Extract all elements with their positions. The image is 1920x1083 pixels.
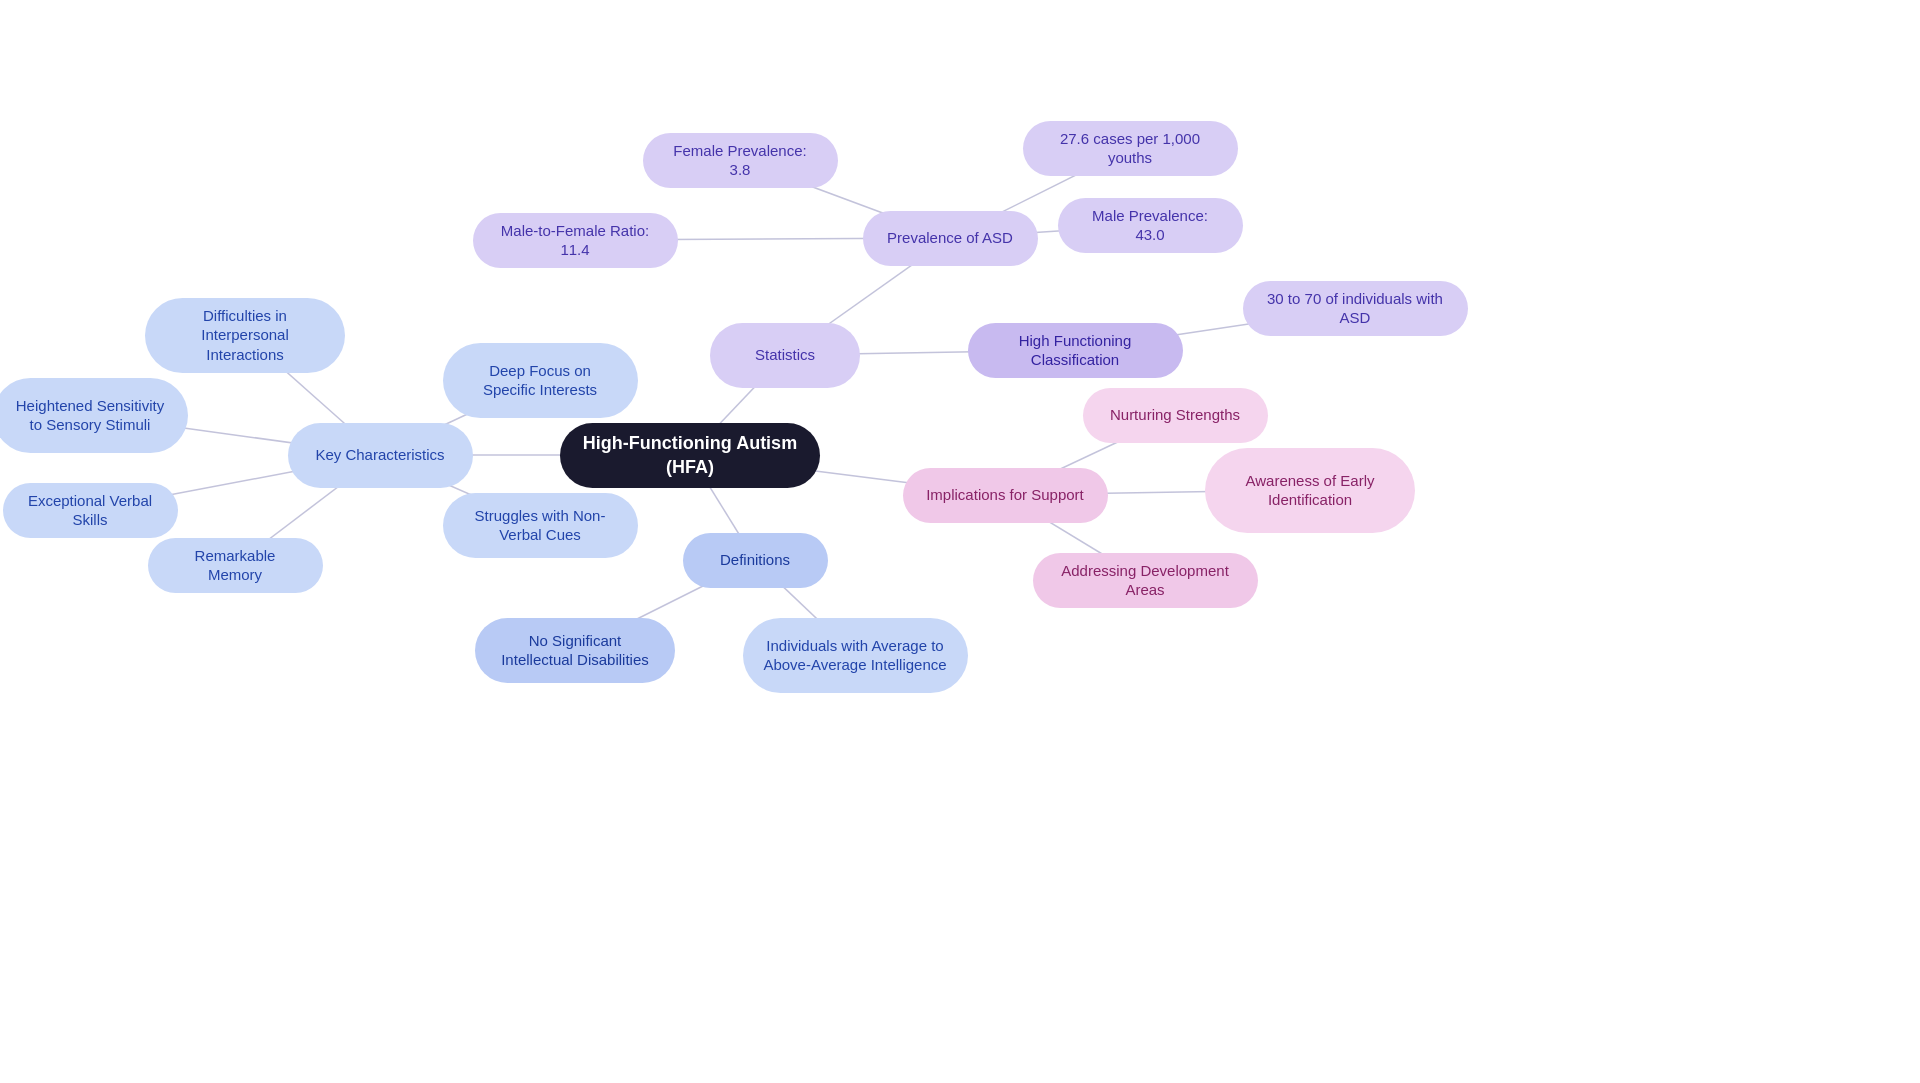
node-female-prevalence[interactable]: Female Prevalence: 3.8 [643, 133, 838, 188]
node-30-70[interactable]: 30 to 70 of individuals with ASD [1243, 281, 1468, 336]
node-27-6-cases[interactable]: 27.6 cases per 1,000 youths [1023, 121, 1238, 176]
node-implications[interactable]: Implications for Support [903, 468, 1108, 523]
node-awareness[interactable]: Awareness of Early Identification [1205, 448, 1415, 533]
node-key-characteristics[interactable]: Key Characteristics [288, 423, 473, 488]
node-no-significant[interactable]: No Significant Intellectual Disabilities [475, 618, 675, 683]
node-remarkable[interactable]: Remarkable Memory [148, 538, 323, 593]
node-exceptional[interactable]: Exceptional Verbal Skills [3, 483, 178, 538]
node-heightened[interactable]: Heightened Sensitivity to Sensory Stimul… [0, 378, 188, 453]
center-node: High-Functioning Autism (HFA) [560, 423, 820, 488]
node-difficulties[interactable]: Difficulties in Interpersonal Interactio… [145, 298, 345, 373]
node-definitions[interactable]: Definitions [683, 533, 828, 588]
node-addressing[interactable]: Addressing Development Areas [1033, 553, 1258, 608]
node-male-to-female[interactable]: Male-to-Female Ratio: 11.4 [473, 213, 678, 268]
node-high-functioning[interactable]: High Functioning Classification [968, 323, 1183, 378]
node-struggles[interactable]: Struggles with Non-Verbal Cues [443, 493, 638, 558]
node-deep-focus[interactable]: Deep Focus on Specific Interests [443, 343, 638, 418]
node-nurturing[interactable]: Nurturing Strengths [1083, 388, 1268, 443]
node-statistics[interactable]: Statistics [710, 323, 860, 388]
node-individuals-average[interactable]: Individuals with Average to Above-Averag… [743, 618, 968, 693]
mind-map-canvas: High-Functioning Autism (HFA) Key Charact… [0, 0, 1920, 1083]
node-prevalence-asd[interactable]: Prevalence of ASD [863, 211, 1038, 266]
node-male-prevalence[interactable]: Male Prevalence: 43.0 [1058, 198, 1243, 253]
